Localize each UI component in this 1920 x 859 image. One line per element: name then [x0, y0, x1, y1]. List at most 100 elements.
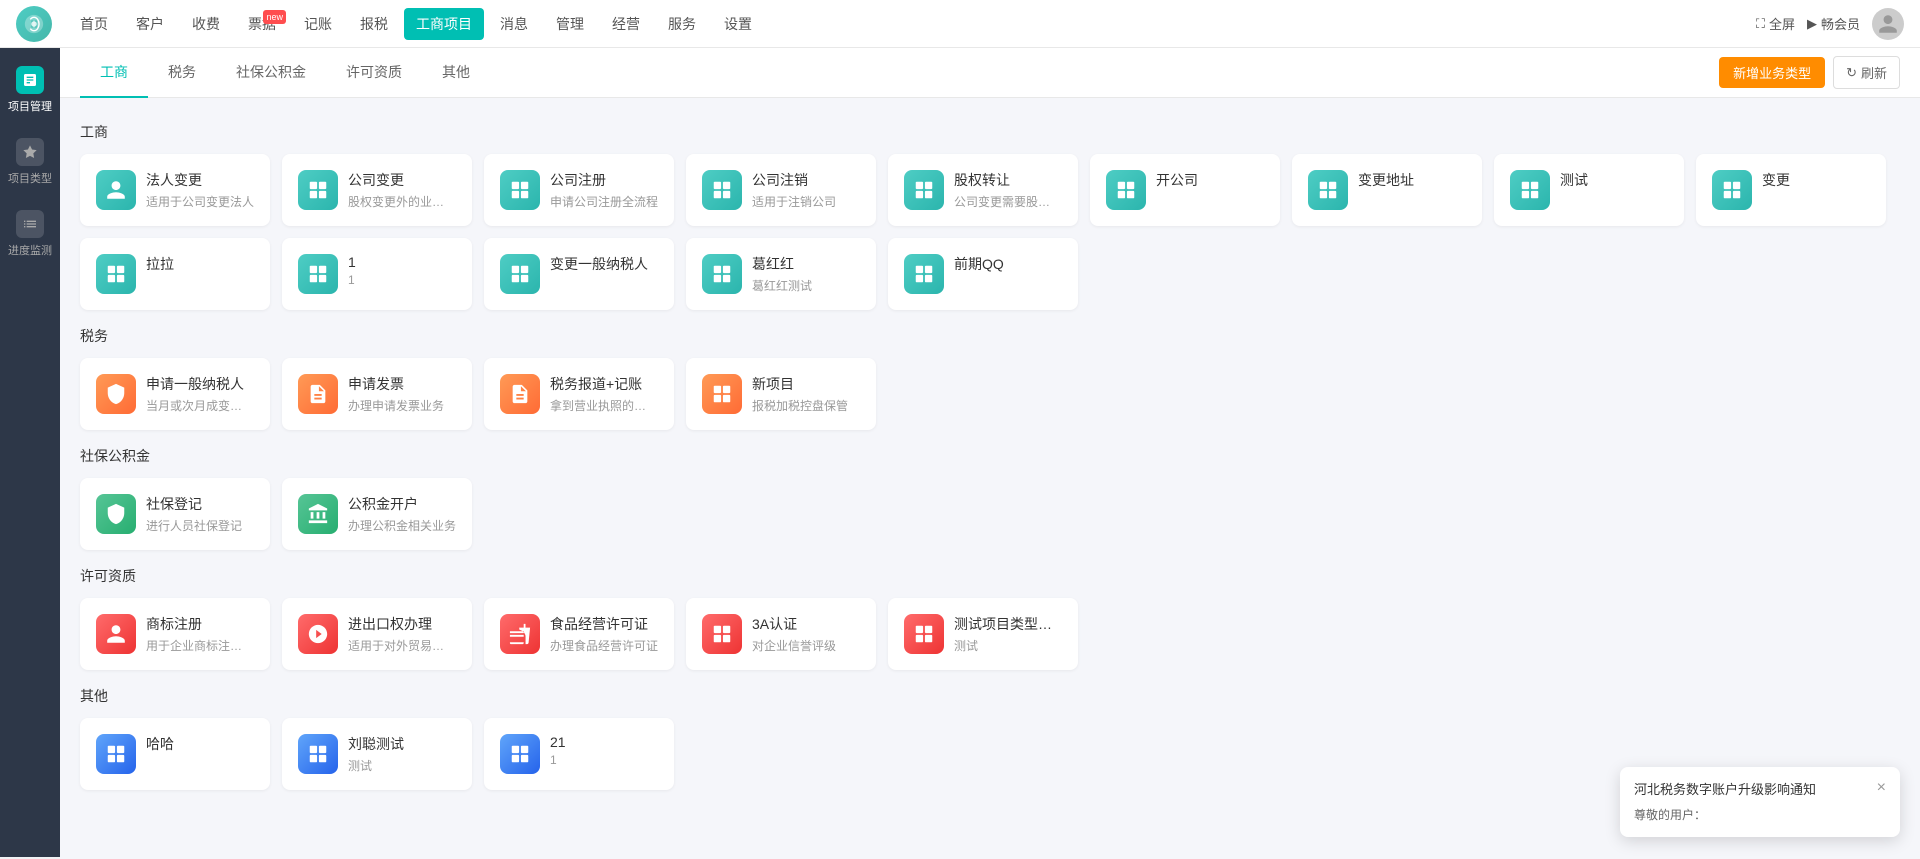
fullscreen-btn[interactable]: ⛶ 全屏: [1756, 14, 1795, 33]
card-icon: [904, 614, 944, 654]
list-item[interactable]: 社保登记进行人员社保登记: [80, 478, 270, 550]
list-item[interactable]: 前期QQ: [888, 238, 1078, 310]
card-title: 测试: [1560, 170, 1668, 190]
nav-item-客户[interactable]: 客户: [124, 8, 176, 40]
nav-item-首页[interactable]: 首页: [68, 8, 120, 40]
logo: [16, 6, 52, 42]
card-info: 公积金开户办理公积金相关业务: [348, 494, 456, 534]
nav-item-服务[interactable]: 服务: [656, 8, 708, 40]
card-info: 进出口权办理适用于对外贸易经营者: [348, 614, 456, 654]
list-item[interactable]: 开公司: [1090, 154, 1280, 226]
card-info: 商标注册用于企业商标注册服务: [146, 614, 254, 654]
section-title: 工商: [80, 122, 1900, 142]
tab-其他[interactable]: 其他: [422, 48, 490, 98]
card-info: 葛红红葛红红测试: [752, 254, 860, 294]
list-item[interactable]: 测试项目类型目定义测试: [888, 598, 1078, 670]
list-item[interactable]: 税务报道+记账拿到营业执照的新公司: [484, 358, 674, 430]
list-item[interactable]: 股权转让公司变更需要股权转让: [888, 154, 1078, 226]
list-item[interactable]: 公司注销适用于注销公司: [686, 154, 876, 226]
list-item[interactable]: 食品经营许可证办理食品经营许可证: [484, 598, 674, 670]
card-info: 测试项目类型目定义测试: [954, 614, 1062, 654]
nav-item-工商项目[interactable]: 工商项目: [404, 8, 484, 40]
content-area: 工商法人变更适用于公司变更法人公司变更股权变更外的业务变更公司注册申请公司注册全…: [60, 98, 1920, 859]
add-type-button[interactable]: 新增业务类型: [1719, 57, 1825, 88]
sidebar: 项目管理 项目类型 进度监测: [0, 48, 60, 857]
card-icon: [96, 614, 136, 654]
list-item[interactable]: 211: [484, 718, 674, 790]
card-desc: 进行人员社保登记: [146, 517, 254, 534]
section-title: 社保公积金: [80, 446, 1900, 466]
card-desc: 1: [348, 273, 456, 287]
tab-bar: 工商税务社保公积金许可资质其他 新增业务类型 ↻ 刷新: [60, 48, 1920, 98]
list-item[interactable]: 变更: [1696, 154, 1886, 226]
list-item[interactable]: 拉拉: [80, 238, 270, 310]
list-item[interactable]: 刘聪测试测试: [282, 718, 472, 790]
nav-item-记账[interactable]: 记账: [292, 8, 344, 40]
list-item[interactable]: 变更地址: [1292, 154, 1482, 226]
tab-社保公积金[interactable]: 社保公积金: [216, 48, 326, 98]
list-item[interactable]: 3A认证对企业信誉评级: [686, 598, 876, 670]
list-item[interactable]: 哈哈: [80, 718, 270, 790]
card-desc: 对企业信誉评级: [752, 637, 860, 654]
card-info: 变更一般纳税人: [550, 254, 658, 277]
main-content: 工商税务社保公积金许可资质其他 新增业务类型 ↻ 刷新 工商法人变更适用于公司变…: [60, 48, 1920, 859]
list-item[interactable]: 申请一般纳税人当月或次月成变更完成: [80, 358, 270, 430]
list-item[interactable]: 变更一般纳税人: [484, 238, 674, 310]
card-icon: [904, 170, 944, 210]
sidebar-item-project-type[interactable]: 项目类型: [0, 128, 60, 196]
card-icon: [904, 254, 944, 294]
vip-btn[interactable]: ▶ 畅会员: [1807, 14, 1860, 33]
card-title: 税务报道+记账: [550, 374, 658, 394]
nav-item-收费[interactable]: 收费: [180, 8, 232, 40]
fullscreen-label: 全屏: [1769, 14, 1795, 33]
nav-item-消息[interactable]: 消息: [488, 8, 540, 40]
list-item[interactable]: 申请发票办理申请发票业务: [282, 358, 472, 430]
refresh-button[interactable]: ↻ 刷新: [1833, 56, 1900, 89]
list-item[interactable]: 测试: [1494, 154, 1684, 226]
tab-许可资质[interactable]: 许可资质: [326, 48, 422, 98]
card-icon: [500, 374, 540, 414]
nav-item-管理[interactable]: 管理: [544, 8, 596, 40]
card-info: 股权转让公司变更需要股权转让: [954, 170, 1062, 210]
card-title: 1: [348, 254, 456, 270]
cards-grid: 法人变更适用于公司变更法人公司变更股权变更外的业务变更公司注册申请公司注册全流程…: [80, 154, 1900, 310]
list-item[interactable]: 11: [282, 238, 472, 310]
card-icon: [500, 254, 540, 294]
nav-item-报税[interactable]: 报税: [348, 8, 400, 40]
card-info: 社保登记进行人员社保登记: [146, 494, 254, 534]
list-item[interactable]: 进出口权办理适用于对外贸易经营者: [282, 598, 472, 670]
card-title: 申请发票: [348, 374, 456, 394]
nav-item-经营[interactable]: 经营: [600, 8, 652, 40]
nav-items: 首页客户收费票据new记账报税工商项目消息管理经营服务设置: [68, 8, 1756, 40]
card-info: 哈哈: [146, 734, 254, 757]
notification-header: 河北税务数字账户升级影响通知 ×: [1634, 779, 1886, 798]
sidebar-item-project-management[interactable]: 项目管理: [0, 56, 60, 124]
nav-item-票据[interactable]: 票据new: [236, 8, 288, 40]
sidebar-label-project-management: 项目管理: [8, 98, 52, 114]
list-item[interactable]: 法人变更适用于公司变更法人: [80, 154, 270, 226]
card-desc: 股权变更外的业务变更: [348, 193, 456, 210]
card-info: 公司注销适用于注销公司: [752, 170, 860, 210]
list-item[interactable]: 公司注册申请公司注册全流程: [484, 154, 674, 226]
card-desc: 适用于对外贸易经营者: [348, 637, 456, 654]
tab-工商[interactable]: 工商: [80, 48, 148, 98]
list-item[interactable]: 葛红红葛红红测试: [686, 238, 876, 310]
list-item[interactable]: 商标注册用于企业商标注册服务: [80, 598, 270, 670]
notification-close-button[interactable]: ×: [1877, 780, 1886, 796]
card-info: 刘聪测试测试: [348, 734, 456, 774]
card-info: 前期QQ: [954, 254, 1062, 277]
list-item[interactable]: 公积金开户办理公积金相关业务: [282, 478, 472, 550]
project-type-icon: [16, 138, 44, 166]
card-title: 变更: [1762, 170, 1870, 190]
nav-item-设置[interactable]: 设置: [712, 8, 764, 40]
tab-actions: 新增业务类型 ↻ 刷新: [1719, 56, 1900, 89]
card-icon: [298, 614, 338, 654]
list-item[interactable]: 新项目报税加税控盘保管: [686, 358, 876, 430]
card-title: 申请一般纳税人: [146, 374, 254, 394]
sidebar-item-progress-monitor[interactable]: 进度监测: [0, 200, 60, 268]
tab-list: 工商税务社保公积金许可资质其他: [80, 48, 1719, 97]
list-item[interactable]: 公司变更股权变更外的业务变更: [282, 154, 472, 226]
tab-税务[interactable]: 税务: [148, 48, 216, 98]
card-desc: 葛红红测试: [752, 277, 860, 294]
avatar[interactable]: [1872, 8, 1904, 40]
